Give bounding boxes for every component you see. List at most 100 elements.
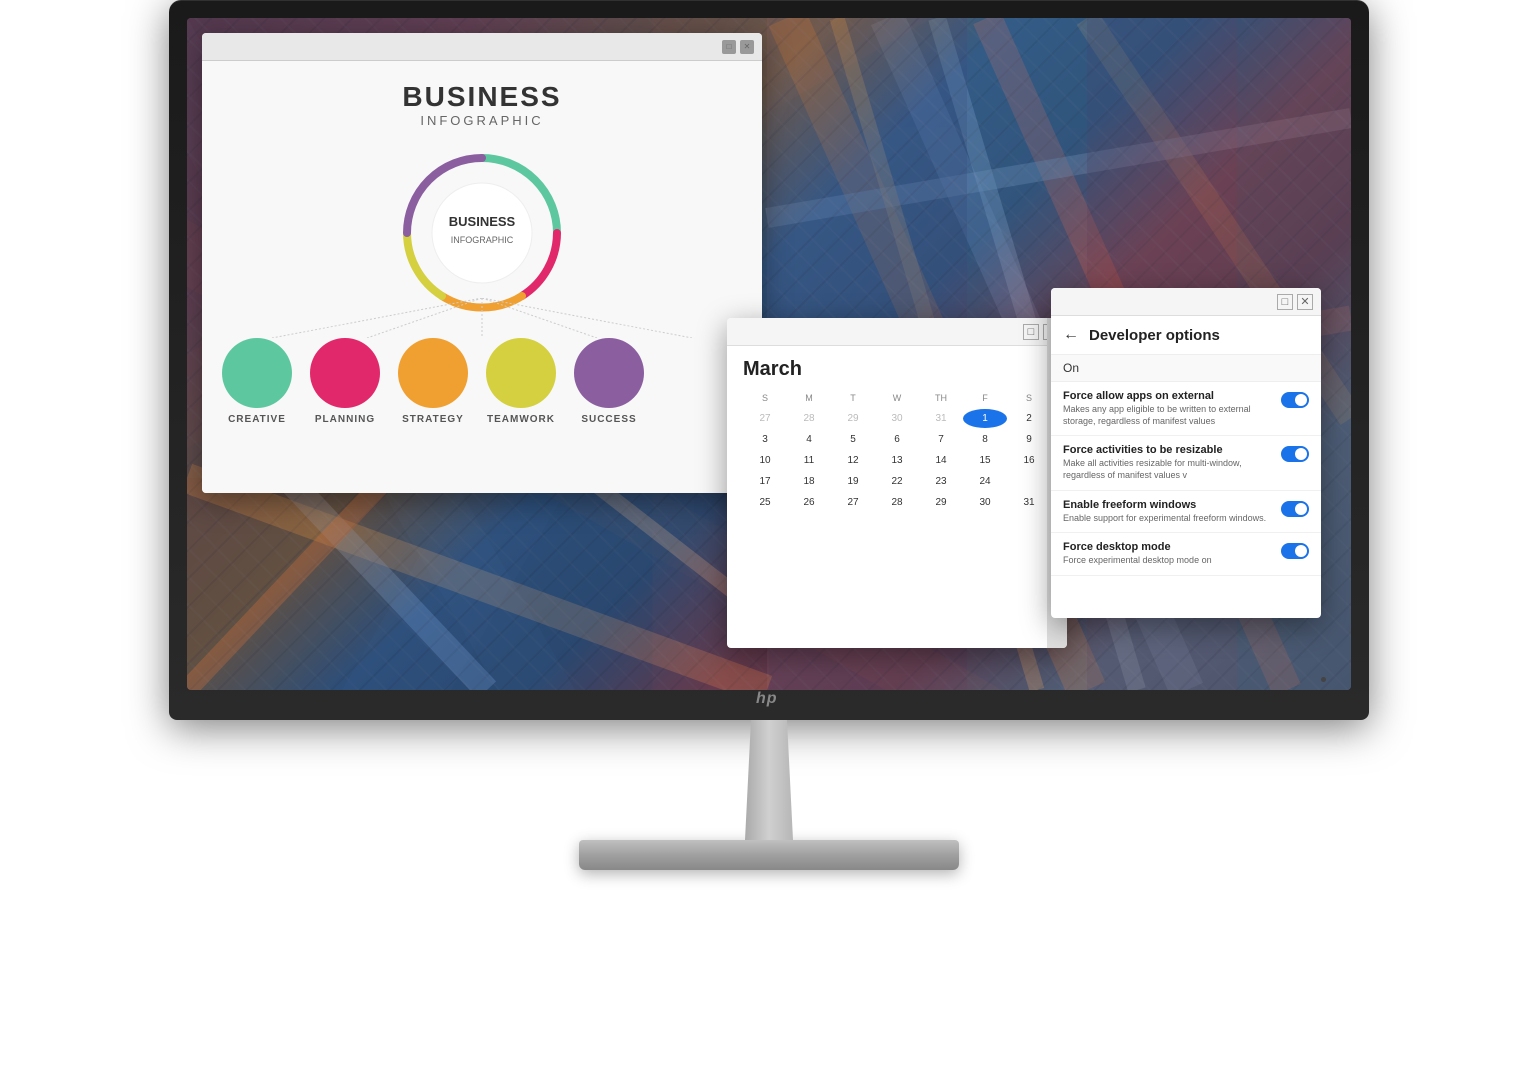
hp-logo: hp	[754, 687, 784, 712]
infographic-sub-title: INFOGRAPHIC	[402, 113, 561, 128]
cal-cell[interactable]: 30	[963, 493, 1007, 512]
svg-text:BUSINESS: BUSINESS	[449, 214, 516, 229]
monitor-container: □ ✕ BUSINESS INFOGRAPHIC	[119, 0, 1419, 1080]
node-creative: CREATIVE	[222, 338, 292, 425]
infographic-title: BUSINESS INFOGRAPHIC	[402, 81, 561, 128]
calendar-titlebar: □ ✕	[727, 318, 1067, 346]
cal-cell[interactable]: 2	[1007, 409, 1051, 428]
cal-cell[interactable]: 29	[919, 493, 963, 512]
calendar-month: March	[743, 358, 1051, 381]
developer-status: On	[1051, 355, 1321, 382]
nodes-row: CREATIVE PLANNING STRATEGY	[222, 338, 742, 425]
cal-cell[interactable]: 18	[787, 472, 831, 491]
developer-status-text: On	[1063, 361, 1079, 375]
cal-cell[interactable]: 4	[787, 430, 831, 449]
cal-cell[interactable]: 17	[743, 472, 787, 491]
cal-cell[interactable]: 7	[919, 430, 963, 449]
node-circle-strategy	[398, 338, 468, 408]
node-label-strategy: STRATEGY	[402, 414, 464, 425]
cal-cell[interactable]: 27	[743, 409, 787, 428]
cal-header-w: W	[875, 391, 919, 405]
cal-cell[interactable]: 5	[831, 430, 875, 449]
developer-maximize-btn[interactable]: □	[1277, 294, 1293, 310]
cal-header-th: TH	[919, 391, 963, 405]
node-circle-creative	[222, 338, 292, 408]
dev-option-2-text: Force activities to be resizable Make al…	[1063, 444, 1273, 481]
node-circle-planning	[310, 338, 380, 408]
cal-cell[interactable]: 11	[787, 451, 831, 470]
cal-cell[interactable]: 25	[743, 493, 787, 512]
cal-cell[interactable]: 23	[919, 472, 963, 491]
cal-cell[interactable]: 9	[1007, 430, 1051, 449]
cal-cell[interactable]: 3	[743, 430, 787, 449]
cal-row-3: 10 11 12 13 14 15 16	[743, 451, 1051, 470]
dev-option-4-title: Force desktop mode	[1063, 541, 1273, 553]
svg-text:INFOGRAPHIC: INFOGRAPHIC	[451, 235, 514, 245]
cal-cell[interactable]: 13	[875, 451, 919, 470]
calendar-grid: S M T W TH F S 27 28 29	[743, 391, 1051, 512]
cal-row-4: 17 18 19 22 23 24	[743, 472, 1051, 491]
monitor-stand-neck	[739, 720, 799, 840]
cal-cell[interactable]: 28	[875, 493, 919, 512]
dev-toggle-4-thumb	[1295, 545, 1307, 557]
dev-toggle-4[interactable]	[1281, 543, 1309, 559]
cal-cell[interactable]: 14	[919, 451, 963, 470]
developer-titlebar: □ ✕	[1051, 288, 1321, 316]
cal-cell[interactable]: 30	[875, 409, 919, 428]
node-strategy: STRATEGY	[398, 338, 468, 425]
dev-option-1: Force allow apps on external Makes any a…	[1051, 382, 1321, 436]
presentation-maximize-btn[interactable]: □	[722, 40, 736, 54]
cal-cell[interactable]: 28	[787, 409, 831, 428]
connection-lines-svg	[222, 298, 742, 338]
dev-toggle-3-thumb	[1295, 503, 1307, 515]
infographic: BUSINESS INFOGRAPHIC	[222, 81, 742, 473]
dev-option-2: Force activities to be resizable Make al…	[1051, 436, 1321, 490]
dev-option-3: Enable freeform windows Enable support f…	[1051, 491, 1321, 534]
node-circle-teamwork	[486, 338, 556, 408]
dev-option-3-text: Enable freeform windows Enable support f…	[1063, 499, 1273, 525]
developer-options-list: Force allow apps on external Makes any a…	[1051, 382, 1321, 618]
developer-title: Developer options	[1089, 327, 1220, 344]
dev-option-1-title: Force allow apps on external	[1063, 390, 1273, 402]
calendar-maximize-btn[interactable]: □	[1023, 324, 1039, 340]
cal-header-s2: S	[1007, 391, 1051, 405]
node-circle-success	[574, 338, 644, 408]
cal-row-2: 3 4 5 6 7 8 9	[743, 430, 1051, 449]
dev-option-2-title: Force activities to be resizable	[1063, 444, 1273, 456]
cal-cell[interactable]: 31	[1007, 493, 1051, 512]
cal-cell[interactable]: 22	[875, 472, 919, 491]
presentation-close-btn[interactable]: ✕	[740, 40, 754, 54]
cal-cell[interactable]: 8	[963, 430, 1007, 449]
cal-cell[interactable]: 31	[919, 409, 963, 428]
node-success: SUCCESS	[574, 338, 644, 425]
dev-toggle-1[interactable]	[1281, 392, 1309, 408]
cal-cell[interactable]: 16	[1007, 451, 1051, 470]
presentation-content: BUSINESS INFOGRAPHIC	[202, 61, 762, 493]
cal-cell[interactable]: 15	[963, 451, 1007, 470]
developer-back-button[interactable]: ←	[1063, 326, 1079, 344]
cal-cell[interactable]: 6	[875, 430, 919, 449]
cal-header-m: M	[787, 391, 831, 405]
cal-cell[interactable]: 29	[831, 409, 875, 428]
dev-option-2-desc: Make all activities resizable for multi-…	[1063, 458, 1273, 481]
developer-header: ← Developer options	[1051, 316, 1321, 355]
cal-cell[interactable]: 24	[963, 472, 1007, 491]
dev-toggle-3[interactable]	[1281, 501, 1309, 517]
cal-cell[interactable]	[1007, 472, 1051, 491]
dev-option-4-desc: Force experimental desktop mode on	[1063, 555, 1273, 567]
cal-cell[interactable]: 27	[831, 493, 875, 512]
cal-header-t: T	[831, 391, 875, 405]
cal-cell[interactable]: 19	[831, 472, 875, 491]
developer-close-btn[interactable]: ✕	[1297, 294, 1313, 310]
circle-diagram: BUSINESS INFOGRAPHIC	[392, 143, 572, 323]
cal-cell[interactable]: 12	[831, 451, 875, 470]
dev-toggle-2[interactable]	[1281, 446, 1309, 462]
cal-cell-today[interactable]: 1	[963, 409, 1007, 428]
cal-cell[interactable]: 26	[787, 493, 831, 512]
window-presentation: □ ✕ BUSINESS INFOGRAPHIC	[202, 33, 762, 493]
dev-option-1-desc: Makes any app eligible to be written to …	[1063, 404, 1273, 427]
node-planning: PLANNING	[310, 338, 380, 425]
cal-row-1: 27 28 29 30 31 1 2	[743, 409, 1051, 428]
node-label-creative: CREATIVE	[228, 414, 286, 425]
cal-cell[interactable]: 10	[743, 451, 787, 470]
